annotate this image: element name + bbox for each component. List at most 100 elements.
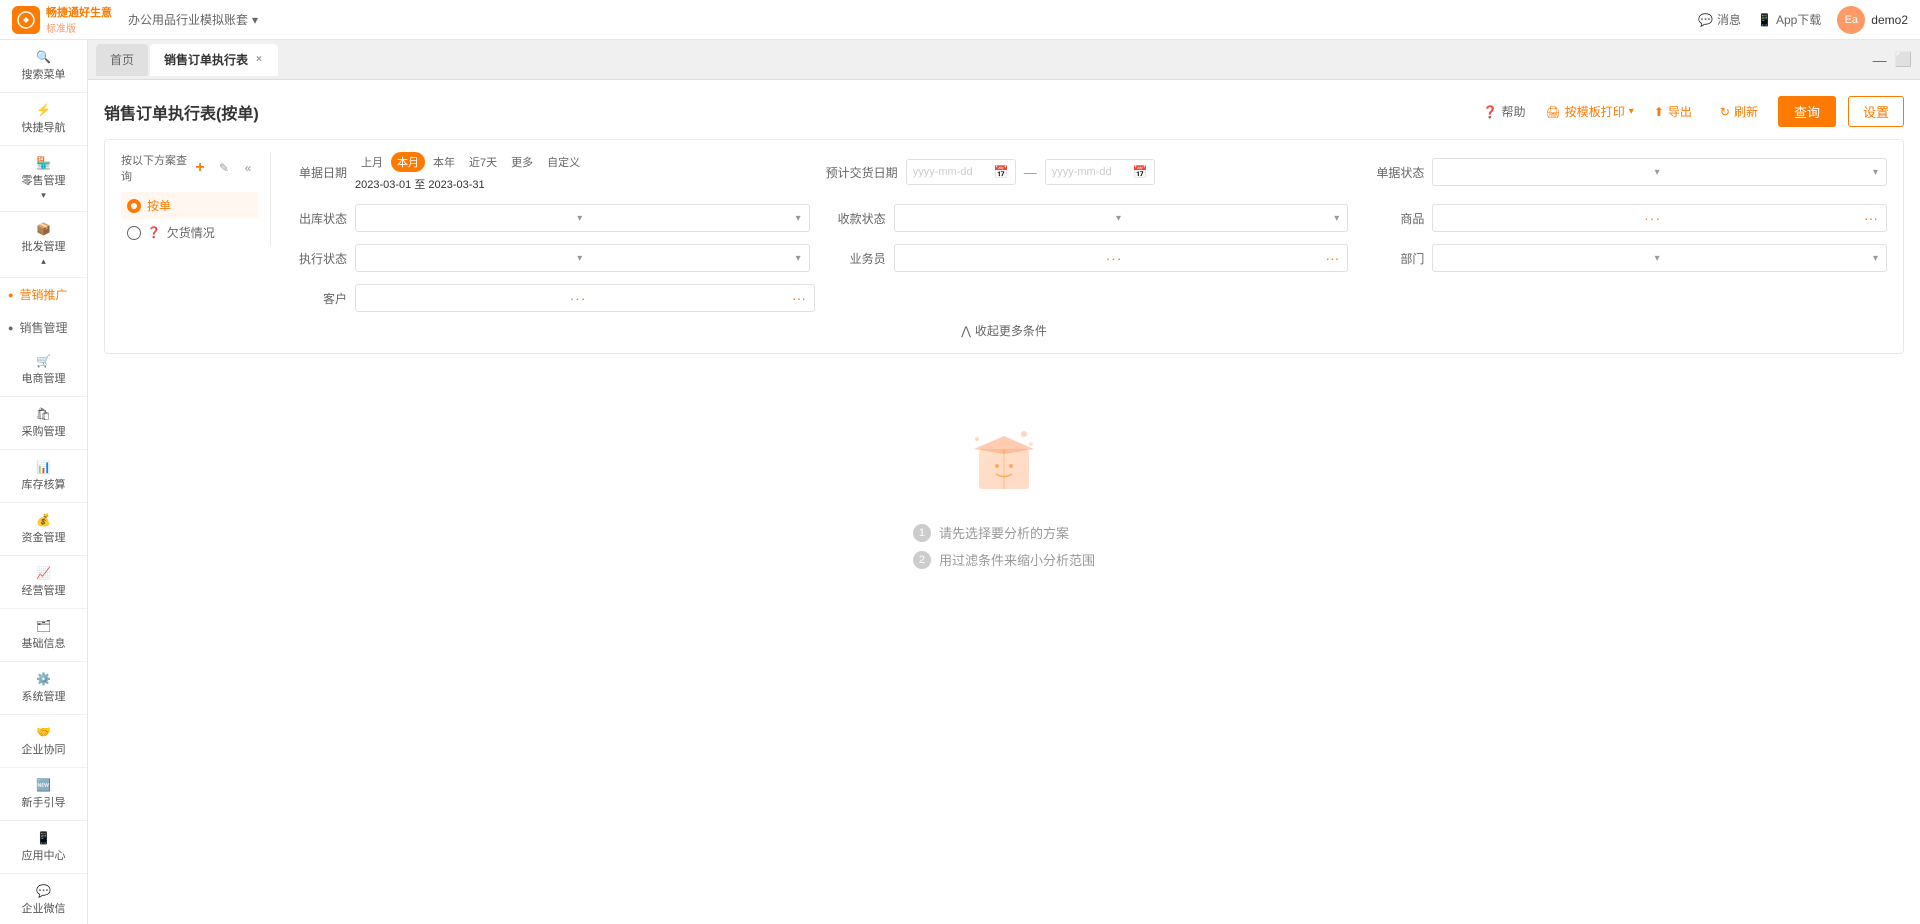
filter-row-4: 客户 ··· bbox=[287, 284, 1887, 312]
cal-end-icon: 📅 bbox=[1133, 165, 1148, 179]
sidebar-item-ecommerce[interactable]: 🛒 电商管理 bbox=[0, 344, 87, 397]
tab-sales-order[interactable]: 销售订单执行表 × bbox=[150, 44, 278, 76]
wholesale-icon: 📦 bbox=[36, 222, 51, 236]
app-download-button[interactable]: 📱 App下载 bbox=[1757, 11, 1821, 28]
filter-field-expected-date: 预计交货日期 yyyy-mm-dd 📅 — yyyy-mm-dd 📅 bbox=[826, 159, 1349, 185]
sidebar-item-operations[interactable]: 📈 经营管理 bbox=[0, 556, 87, 609]
finance-icon: 💰 bbox=[36, 513, 51, 527]
logo-icon bbox=[12, 6, 40, 34]
order-status-select[interactable]: ▾ bbox=[1432, 158, 1887, 186]
date-range-display: 2023-03-01 至 2023-03-31 bbox=[355, 176, 485, 192]
top-bar: 畅捷通好生意 标准版 办公用品行业模拟账套 ▾ 💬 消息 📱 App下载 Ea … bbox=[0, 0, 1920, 40]
wholesale-chevron-icon: ▴ bbox=[41, 256, 46, 267]
sidebar-item-new-guide[interactable]: 🆕 新手引导 bbox=[0, 768, 87, 821]
enterprise-wechat-icon: 💬 bbox=[36, 884, 51, 898]
sidebar-item-enterprise-wechat[interactable]: 💬 企业微信 bbox=[0, 874, 87, 924]
avatar: Ea bbox=[1837, 6, 1865, 34]
settings-button[interactable]: 设置 bbox=[1848, 96, 1904, 127]
dept-chevron-icon: ▾ bbox=[1655, 253, 1660, 264]
exec-status-select[interactable]: ▾ bbox=[355, 244, 810, 272]
sidebar-item-inventory[interactable]: 📊 库存核算 bbox=[0, 450, 87, 503]
tab-minimize-icon[interactable]: — bbox=[1873, 52, 1887, 68]
filter-field-goods: 商品 ··· bbox=[1364, 204, 1887, 232]
filter-content: 单据日期 上月 本月 本年 近7天 更多 自定义 bbox=[287, 152, 1887, 316]
tab-home[interactable]: 首页 bbox=[96, 44, 148, 76]
exec-status-label: 执行状态 bbox=[287, 250, 347, 267]
sidebar-item-app-center[interactable]: 📱 应用中心 bbox=[0, 821, 87, 874]
scheme-item-shortage[interactable]: ❓ 欠货情况 bbox=[121, 219, 258, 246]
date-tab-last-month[interactable]: 上月 bbox=[355, 152, 389, 172]
top-bar-right: 💬 消息 📱 App下载 Ea demo2 bbox=[1698, 6, 1908, 34]
export-button[interactable]: ⬆ 导出 bbox=[1646, 99, 1700, 124]
sidebar-item-finance[interactable]: 💰 资金管理 bbox=[0, 503, 87, 556]
tip-text-2: 用过滤条件来缩小分析范围 bbox=[939, 550, 1095, 569]
filter-field-date: 单据日期 上月 本月 本年 近7天 更多 自定义 bbox=[287, 152, 810, 192]
salesman-dots-icon: ··· bbox=[1106, 250, 1123, 266]
logo-area: 畅捷通好生意 标准版 bbox=[12, 4, 112, 35]
date-tab-more[interactable]: 更多 bbox=[505, 152, 539, 172]
quicknav-icon: ⚡ bbox=[36, 103, 51, 117]
message-button[interactable]: 💬 消息 bbox=[1698, 11, 1741, 28]
add-scheme-icon[interactable]: + bbox=[190, 158, 210, 178]
help-button[interactable]: ❓ 帮助 bbox=[1475, 99, 1534, 124]
sidebar-item-retail[interactable]: 🏪 零售管理 ▾ bbox=[0, 146, 87, 212]
tab-bar-right: — ⬜ bbox=[1873, 51, 1912, 68]
filter-row-3: 执行状态 ▾ 业务员 ··· bbox=[287, 244, 1887, 272]
customer-label: 客户 bbox=[287, 290, 347, 307]
goods-dots-icon: ··· bbox=[1644, 210, 1661, 226]
system-icon: ⚙️ bbox=[36, 672, 51, 686]
date-tabs: 上月 本月 本年 近7天 更多 自定义 bbox=[355, 152, 810, 172]
salesman-select[interactable]: ··· bbox=[894, 244, 1349, 272]
collapse-more-button[interactable]: ⋀ 收起更多条件 bbox=[121, 316, 1887, 341]
empty-tips: 1 请先选择要分析的方案 2 用过滤条件来缩小分析范围 bbox=[913, 523, 1095, 569]
goods-select[interactable]: ··· bbox=[1432, 204, 1887, 232]
dept-select[interactable]: ▾ bbox=[1432, 244, 1887, 272]
payment-status-select[interactable]: ▾ bbox=[894, 204, 1349, 232]
by-scheme-label: 按以下方案查询 bbox=[121, 152, 190, 184]
company-name: 办公用品行业模拟账套 bbox=[128, 11, 248, 28]
edit-scheme-icon[interactable]: ✎ bbox=[214, 158, 234, 178]
search-icon: 🔍 bbox=[36, 50, 51, 64]
tab-maximize-icon[interactable]: ⬜ bbox=[1895, 51, 1912, 68]
sidebar-sub-item-marketing[interactable]: ● 营销推广 bbox=[0, 278, 87, 311]
sidebar-item-wholesale[interactable]: 📦 批发管理 ▴ bbox=[0, 212, 87, 278]
basic-info-icon: 🗂 bbox=[36, 619, 51, 633]
customer-select[interactable]: ··· bbox=[355, 284, 815, 312]
tab-close-icon[interactable]: × bbox=[254, 52, 264, 67]
date-tab-7days[interactable]: 近7天 bbox=[463, 152, 503, 172]
goods-label: 商品 bbox=[1364, 210, 1424, 227]
marketing-icon: ● bbox=[8, 290, 13, 300]
sidebar-item-search[interactable]: 🔍 搜索菜单 bbox=[0, 40, 87, 93]
refresh-button[interactable]: ↻ 刷新 bbox=[1712, 99, 1766, 124]
scheme-item-order[interactable]: 按单 bbox=[121, 192, 258, 219]
search-button[interactable]: 查询 bbox=[1778, 96, 1836, 127]
order-status-chevron-icon: ▾ bbox=[1655, 167, 1660, 178]
filter-field-exec-status: 执行状态 ▾ bbox=[287, 244, 810, 272]
sidebar-item-purchase[interactable]: 🛍 采购管理 bbox=[0, 397, 87, 450]
sidebar-item-quick-nav[interactable]: ⚡ 快捷导航 bbox=[0, 93, 87, 146]
date-tab-current-month[interactable]: 本月 bbox=[391, 152, 425, 172]
expected-date-start[interactable]: yyyy-mm-dd 📅 bbox=[906, 159, 1016, 185]
page-actions: ❓ 帮助 🖨 按模板打印 ▾ ⬆ 导出 ↻ 刷新 bbox=[1475, 96, 1904, 127]
sidebar-sub-item-sales-mgmt[interactable]: ● 销售管理 bbox=[0, 311, 87, 344]
empty-tip-2: 2 用过滤条件来缩小分析范围 bbox=[913, 550, 1095, 569]
company-select[interactable]: 办公用品行业模拟账套 ▾ bbox=[128, 11, 1682, 28]
purchase-icon: 🛍 bbox=[36, 407, 51, 421]
date-tab-custom[interactable]: 自定义 bbox=[541, 152, 586, 172]
print-button[interactable]: 🖨 按模板打印 ▾ bbox=[1546, 103, 1634, 120]
collapse-scheme-icon[interactable]: « bbox=[238, 158, 258, 178]
date-tab-current-year[interactable]: 本年 bbox=[427, 152, 461, 172]
date-range-row: 2023-03-01 至 2023-03-31 bbox=[355, 176, 810, 192]
user-menu[interactable]: Ea demo2 bbox=[1837, 6, 1908, 34]
tab-bar: 首页 销售订单执行表 × — ⬜ bbox=[88, 40, 1920, 80]
scheme-dot-empty bbox=[127, 226, 141, 240]
app-center-icon: 📱 bbox=[36, 831, 51, 845]
expected-date-end[interactable]: yyyy-mm-dd 📅 bbox=[1045, 159, 1155, 185]
sidebar-item-basic-info[interactable]: 🗂 基础信息 bbox=[0, 609, 87, 662]
sidebar-item-enterprise[interactable]: 🤝 企业协同 bbox=[0, 715, 87, 768]
delivery-status-select[interactable]: ▾ bbox=[355, 204, 810, 232]
user-name: demo2 bbox=[1871, 13, 1908, 27]
payment-status-label: 收款状态 bbox=[826, 210, 886, 227]
sidebar-item-system[interactable]: ⚙️ 系统管理 bbox=[0, 662, 87, 715]
filter-field-salesman: 业务员 ··· bbox=[826, 244, 1349, 272]
